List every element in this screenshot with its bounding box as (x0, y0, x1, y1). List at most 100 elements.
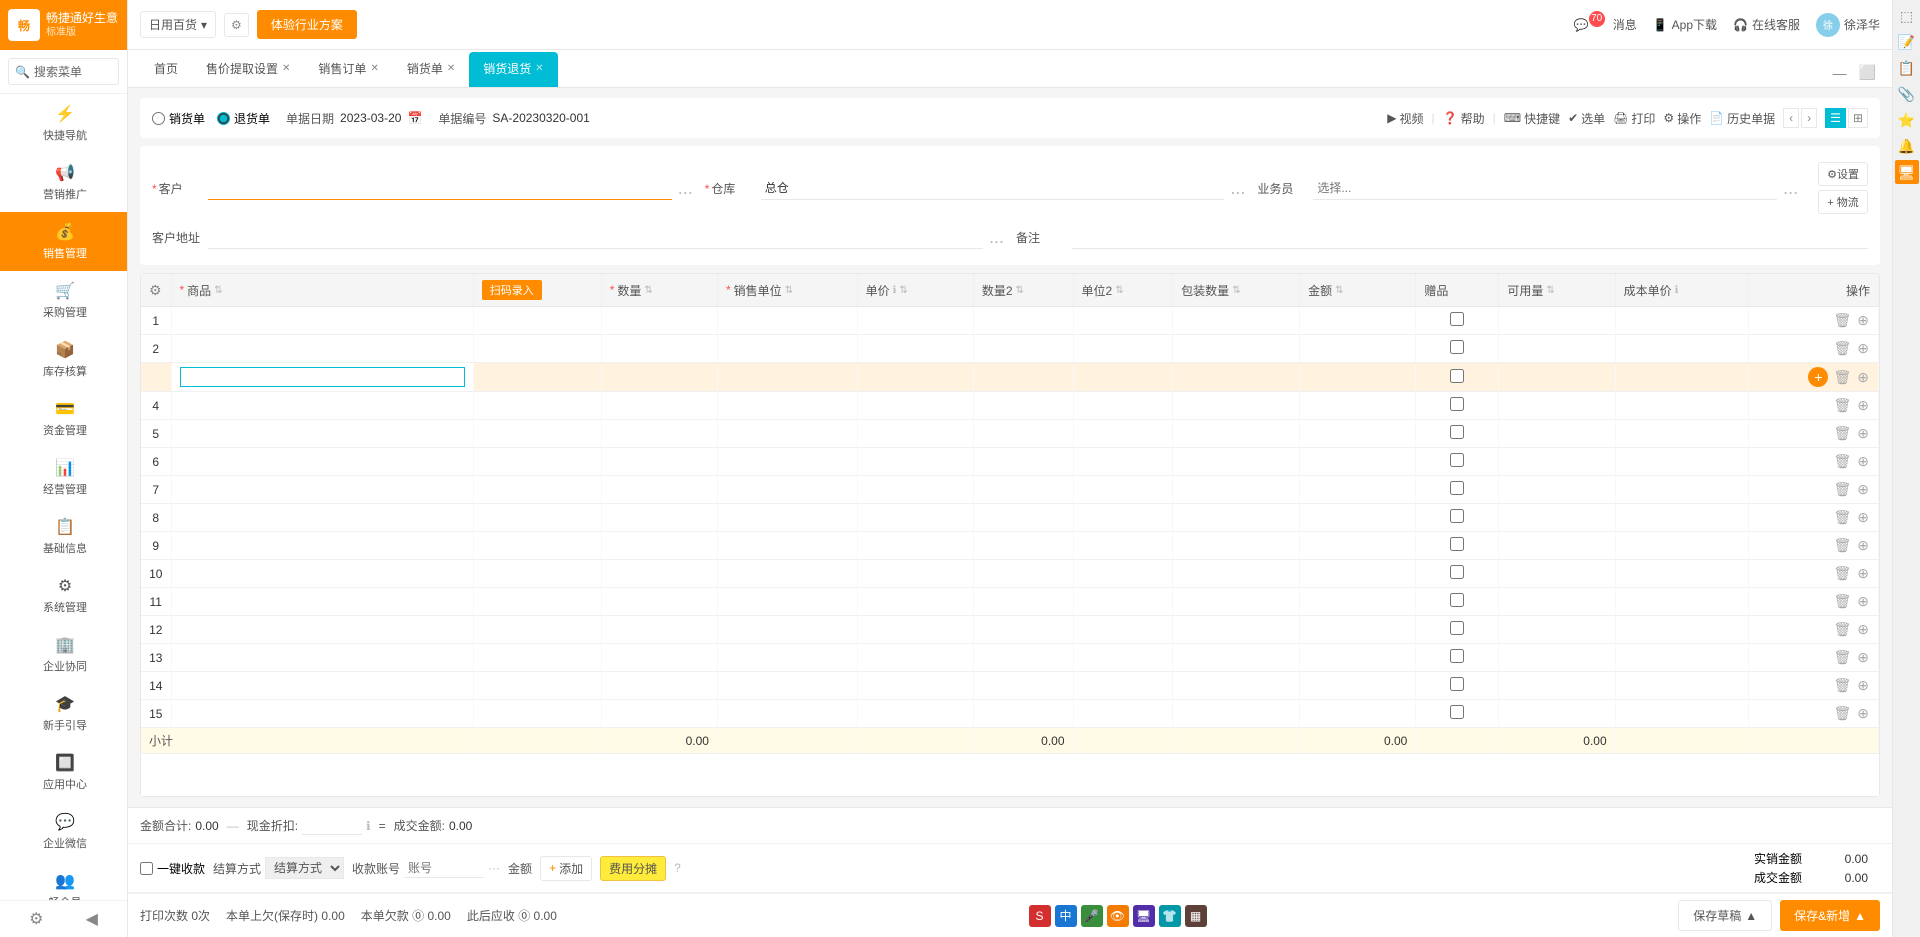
pack-qty-cell[interactable] (1173, 700, 1300, 728)
quantity-cell[interactable] (601, 560, 717, 588)
sort-icon[interactable]: ⇅ (1016, 285, 1024, 296)
gift-checkbox[interactable] (1450, 621, 1464, 635)
gift-cell[interactable] (1416, 392, 1499, 420)
cost-price-cell[interactable] (1615, 392, 1748, 420)
minimize-button[interactable]: — (1829, 63, 1851, 83)
unit2-cell[interactable] (1073, 392, 1173, 420)
maximize-button[interactable]: ⬜ (1855, 62, 1880, 83)
sales-unit-cell[interactable] (717, 644, 857, 672)
close-icon[interactable]: ✕ (535, 63, 543, 74)
available-cell[interactable] (1499, 504, 1615, 532)
unit2-cell[interactable] (1073, 532, 1173, 560)
sales-unit-cell[interactable] (717, 392, 857, 420)
quantity2-cell[interactable] (973, 616, 1073, 644)
unit-price-cell[interactable] (857, 392, 973, 420)
sort-icon[interactable]: ⇅ (1335, 285, 1343, 296)
pack-qty-cell[interactable] (1173, 307, 1300, 335)
remark-input[interactable] (1072, 226, 1868, 249)
unit-price-cell[interactable] (857, 504, 973, 532)
product-cell[interactable] (171, 616, 473, 644)
unit-price-cell[interactable] (857, 476, 973, 504)
delete-row-button[interactable]: 🗑 (1832, 311, 1852, 330)
cost-price-cell[interactable] (1615, 335, 1748, 363)
sidebar-item-sales[interactable]: 💰 销售管理 (0, 212, 127, 271)
copy-row-button[interactable]: ⊕ (1856, 704, 1870, 723)
gift-cell[interactable] (1416, 504, 1499, 532)
sidebar-settings-button[interactable]: ⚙ (29, 909, 43, 929)
quantity-cell[interactable] (601, 363, 717, 392)
product-cell[interactable] (171, 363, 473, 392)
sidebar-item-apps[interactable]: 🔲 应用中心 (0, 743, 127, 802)
unit-price-cell[interactable] (857, 672, 973, 700)
pack-qty-cell[interactable] (1173, 420, 1300, 448)
quantity2-cell[interactable] (973, 420, 1073, 448)
quantity2-cell[interactable] (973, 476, 1073, 504)
delete-row-button[interactable]: 🗑 (1832, 480, 1852, 499)
tab-home[interactable]: 首页 (140, 52, 192, 87)
sidebar-item-shortcut[interactable]: ⚡ 快捷导航 (0, 94, 127, 153)
radio-input-return-order[interactable] (217, 112, 230, 125)
gift-cell[interactable] (1416, 307, 1499, 335)
product-cell[interactable] (171, 588, 473, 616)
unit-price-cell[interactable] (857, 560, 973, 588)
cost-price-cell[interactable] (1615, 504, 1748, 532)
right-panel-button-5[interactable]: ⭐ (1895, 108, 1919, 132)
unit2-cell[interactable] (1073, 476, 1173, 504)
quantity-cell[interactable] (601, 448, 717, 476)
unit-price-cell[interactable] (857, 363, 973, 392)
radio-sales-delivery[interactable]: 销货单 (152, 110, 205, 127)
unit-price-cell[interactable] (857, 700, 973, 728)
experience-button[interactable]: 体验行业方案 (257, 10, 357, 39)
delete-row-button[interactable]: 🗑 (1832, 676, 1852, 695)
cost-price-cell[interactable] (1615, 532, 1748, 560)
amount-cell[interactable] (1300, 448, 1416, 476)
amount-cell[interactable] (1300, 420, 1416, 448)
product-cell[interactable] (171, 476, 473, 504)
delete-row-button[interactable]: 🗑 (1832, 396, 1852, 415)
quantity2-cell[interactable] (973, 644, 1073, 672)
amount-cell[interactable] (1300, 644, 1416, 672)
gift-checkbox[interactable] (1450, 312, 1464, 326)
sidebar-item-basic[interactable]: 📋 基础信息 (0, 507, 127, 566)
available-cell[interactable] (1499, 644, 1615, 672)
unit2-cell[interactable] (1073, 363, 1173, 392)
delete-row-button[interactable]: 🗑 (1832, 508, 1852, 527)
cost-price-cell[interactable] (1615, 644, 1748, 672)
unit2-cell[interactable] (1073, 588, 1173, 616)
right-panel-button-7[interactable]: 🖥 (1895, 160, 1919, 184)
customer-input[interactable] (208, 177, 672, 200)
cost-price-cell[interactable] (1615, 448, 1748, 476)
available-cell[interactable] (1499, 672, 1615, 700)
cost-price-cell[interactable] (1615, 700, 1748, 728)
unit-price-cell[interactable] (857, 420, 973, 448)
quantity2-cell[interactable] (973, 504, 1073, 532)
sort-icon[interactable]: ⇅ (1115, 285, 1123, 296)
gift-checkbox[interactable] (1450, 593, 1464, 607)
delete-row-button[interactable]: 🗑 (1832, 648, 1852, 667)
available-cell[interactable] (1499, 363, 1615, 392)
sidebar-item-system[interactable]: ⚙ 系统管理 (0, 566, 127, 625)
pack-qty-cell[interactable] (1173, 616, 1300, 644)
sales-unit-cell[interactable] (717, 504, 857, 532)
unit2-cell[interactable] (1073, 448, 1173, 476)
amount-cell[interactable] (1300, 560, 1416, 588)
quantity-cell[interactable] (601, 392, 717, 420)
amount-cell[interactable] (1300, 504, 1416, 532)
close-icon[interactable]: ✕ (370, 63, 378, 74)
customer-address-input[interactable] (208, 226, 983, 249)
quantity-cell[interactable] (601, 700, 717, 728)
sales-unit-cell[interactable] (717, 476, 857, 504)
pack-qty-cell[interactable] (1173, 448, 1300, 476)
gift-cell[interactable] (1416, 588, 1499, 616)
fee-split-button[interactable]: 费用分摊 (600, 856, 666, 881)
quantity-cell[interactable] (601, 644, 717, 672)
gift-cell[interactable] (1416, 672, 1499, 700)
copy-row-button[interactable]: ⊕ (1856, 424, 1870, 443)
quantity2-cell[interactable] (973, 588, 1073, 616)
available-cell[interactable] (1499, 616, 1615, 644)
gift-cell[interactable] (1416, 644, 1499, 672)
unit2-cell[interactable] (1073, 700, 1173, 728)
sidebar-item-newbie[interactable]: 🎓 新手引导 (0, 684, 127, 743)
quantity-cell[interactable] (601, 532, 717, 560)
delete-row-button[interactable]: 🗑 (1832, 536, 1852, 555)
